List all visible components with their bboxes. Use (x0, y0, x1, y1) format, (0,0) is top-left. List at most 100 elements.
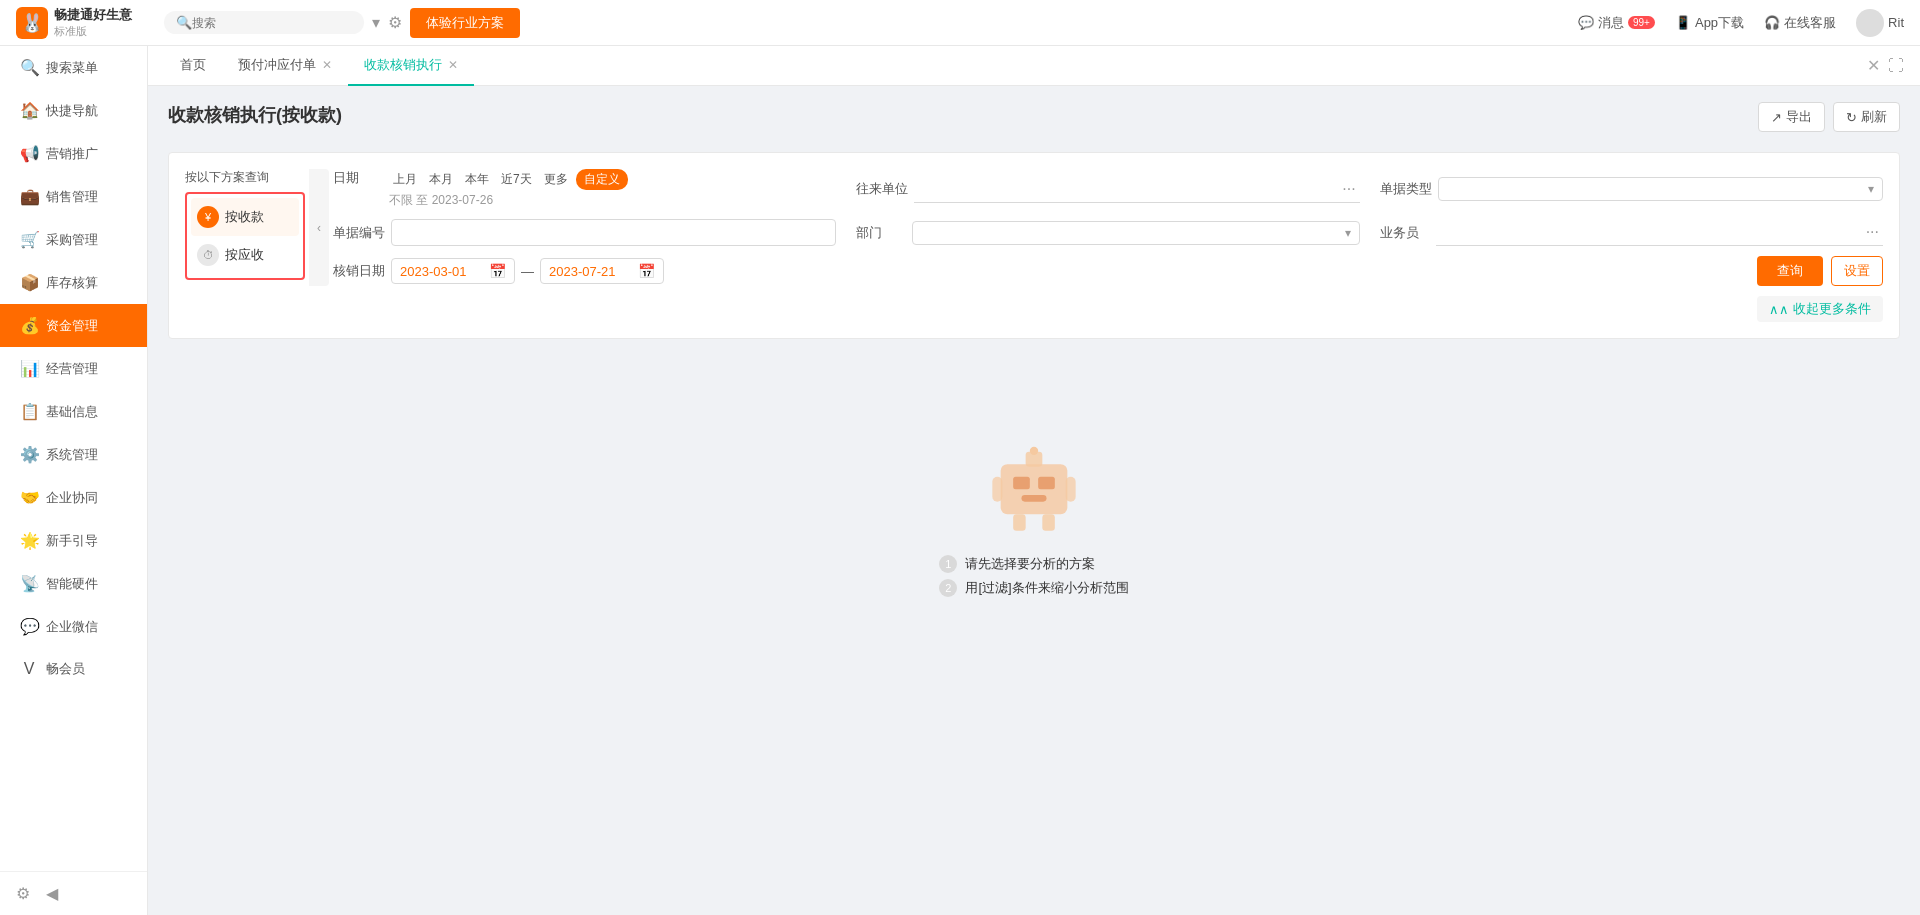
sidebar-item-guide[interactable]: 🌟新手引导 (0, 519, 147, 562)
staff-more-btn[interactable]: ··· (1862, 223, 1883, 241)
search-dropdown-icon[interactable]: ▾ (372, 13, 380, 32)
industry-btn[interactable]: 体验行业方案 (410, 8, 520, 38)
sidebar-item-basic-info[interactable]: 📋 基础信息 (0, 390, 147, 433)
tip-num-1: 1 (939, 555, 957, 573)
dept-label: 部门 (856, 224, 906, 242)
marketing-icon: 📢 (20, 144, 38, 163)
verify-date-range: 📅 — 📅 (391, 258, 664, 284)
quick-nav-icon: 🏠 (20, 101, 38, 120)
query-btn[interactable]: 查询 (1757, 256, 1823, 286)
date-shortcut-custom[interactable]: 自定义 (576, 169, 628, 190)
sidebar-item-label: 经营管理 (46, 360, 98, 378)
basic-info-icon: 📋 (20, 402, 38, 421)
tab-close-receivable[interactable]: ✕ (448, 58, 458, 72)
guide-icon: 🌟 (20, 531, 38, 550)
tab-prepay[interactable]: 预付冲应付单✕ (222, 46, 348, 86)
sidebar-item-inventory[interactable]: 📦库存核算 (0, 261, 147, 304)
collapse-icon: ∧∧ (1769, 302, 1789, 317)
sidebar-item-operation[interactable]: 📊 经营管理 (0, 347, 147, 390)
topbar-search-area: 🔍 ▾ ⚙ 体验行业方案 (164, 8, 1578, 38)
docno-filter-row: 单据编号 (333, 219, 836, 246)
sidebar-item-label: 采购管理 (46, 231, 98, 249)
sidebar-item-wechat[interactable]: 💬企业微信 (0, 605, 147, 648)
dept-filter-row: 部门 ▾ (856, 219, 1359, 246)
sidebar-item-search-menu[interactable]: 🔍搜索菜单 (0, 46, 147, 89)
svg-rect-2 (1038, 477, 1055, 490)
app-download-btn[interactable]: 📱 App下载 (1675, 14, 1744, 32)
action-buttons: 查询 设置 (1380, 256, 1883, 286)
date-shortcut-more[interactable]: 更多 (540, 169, 572, 190)
sidebar-item-purchase[interactable]: 🛒 采购管理 (0, 218, 147, 261)
tab-home[interactable]: 首页 (164, 46, 222, 86)
verify-date-start-input[interactable] (400, 264, 485, 279)
date-label: 日期 (333, 169, 383, 187)
verify-date-start-wrap[interactable]: 📅 (391, 258, 515, 284)
partner-more-btn[interactable]: ··· (1338, 180, 1359, 198)
date-shortcut-thismonth[interactable]: 本月 (425, 169, 457, 190)
svg-rect-0 (1001, 464, 1068, 514)
maximize-icon[interactable]: ⛶ (1888, 57, 1904, 75)
refresh-icon: ↻ (1846, 110, 1857, 125)
docno-input[interactable] (391, 219, 836, 246)
sidebar-item-label: 基础信息 (46, 403, 98, 421)
online-service-btn[interactable]: 🎧 在线客服 (1764, 14, 1836, 32)
sidebar-item-label: 智能硬件 (46, 575, 98, 593)
sidebar-item-smart-hw[interactable]: 📡智能硬件 (0, 562, 147, 605)
sidebar-collapse-btn[interactable]: ‹ (309, 169, 329, 286)
search-input[interactable] (192, 16, 332, 30)
purchase-icon: 🛒 (20, 230, 38, 249)
verify-date-end-wrap[interactable]: 📅 (540, 258, 664, 284)
date-shortcut-lastmonth[interactable]: 上月 (389, 169, 421, 190)
sidebar-item-system[interactable]: ⚙️系统管理 (0, 433, 147, 476)
tip-num-2: 2 (939, 579, 957, 597)
doctype-filter-row: 单据类型 ▾ (1380, 169, 1883, 209)
partner-input[interactable]: ··· (914, 176, 1359, 203)
empty-state: 1 请先选择要分析的方案 2 用[过滤]条件来缩小分析范围 (168, 355, 1900, 677)
query-option-receivable[interactable]: ⏱ 按应收 (191, 236, 299, 274)
dept-select[interactable]: ▾ (912, 221, 1359, 245)
enterprise-icon: 🤝 (20, 488, 38, 507)
verify-date-end-input[interactable] (549, 264, 634, 279)
staff-input[interactable]: ··· (1436, 219, 1883, 246)
export-btn[interactable]: ↗ 导出 (1758, 102, 1825, 132)
sidebar-item-sales[interactable]: 💼销售管理 (0, 175, 147, 218)
empty-tip-1: 请先选择要分析的方案 (965, 555, 1095, 573)
date-shortcut-thisyear[interactable]: 本年 (461, 169, 493, 190)
sidebar-item-enterprise[interactable]: 🤝企业协同 (0, 476, 147, 519)
receipt-icon: ¥ (197, 206, 219, 228)
date-shortcut-7days[interactable]: 近7天 (497, 169, 536, 190)
doctype-select[interactable]: ▾ (1438, 177, 1883, 201)
setting-btn[interactable]: 设置 (1831, 256, 1883, 286)
query-option-receipt[interactable]: ¥ 按收款 (191, 198, 299, 236)
settings-icon[interactable]: ⚙ (388, 13, 402, 32)
more-conditions-btn[interactable]: ∧∧ 收起更多条件 (1757, 296, 1883, 322)
tab-receivable[interactable]: 收款核销执行✕ (348, 46, 474, 86)
tabs-bar-end: ✕ ⛶ (1867, 56, 1904, 75)
wechat-icon: 💬 (20, 617, 38, 636)
sidebar-item-label: 畅会员 (46, 660, 85, 678)
message-btn[interactable]: 💬 消息 99+ (1578, 14, 1655, 32)
sidebar-item-finance[interactable]: 💰资金管理 (0, 304, 147, 347)
collapse-sidebar-icon[interactable]: ◀ (46, 884, 58, 903)
tab-close-prepay[interactable]: ✕ (322, 58, 332, 72)
sidebar-item-quick-nav[interactable]: 🏠快捷导航 (0, 89, 147, 132)
sidebar-item-marketing[interactable]: 📢营销推广 (0, 132, 147, 175)
search-box[interactable]: 🔍 (164, 11, 364, 34)
operation-icon: 📊 (20, 359, 38, 378)
sidebar-item-label: 系统管理 (46, 446, 98, 464)
close-tab-icon[interactable]: ✕ (1867, 56, 1880, 75)
settings-bottom-icon[interactable]: ⚙ (16, 884, 30, 903)
sidebar-item-member[interactable]: V畅会员 (0, 648, 147, 690)
query-sidebar-title: 按以下方案查询 (185, 169, 305, 186)
svg-rect-9 (1042, 514, 1055, 531)
user-info[interactable]: Rit (1856, 9, 1904, 37)
tab-label-home: 首页 (180, 56, 206, 74)
svg-rect-7 (1066, 477, 1076, 502)
calendar-start-icon[interactable]: 📅 (489, 263, 506, 279)
calendar-end-icon[interactable]: 📅 (638, 263, 655, 279)
refresh-btn[interactable]: ↻ 刷新 (1833, 102, 1900, 132)
date-filter-row: 日期 上月 本月 本年 近7天 更多 自定义 不限 至 2023-07-26 (333, 169, 836, 209)
date-nolimit: 不限 至 2023-07-26 (389, 192, 836, 209)
tabs-bar: 首页预付冲应付单✕收款核销执行✕ ✕ ⛶ (148, 46, 1920, 86)
empty-tip-2: 用[过滤]条件来缩小分析范围 (965, 579, 1128, 597)
